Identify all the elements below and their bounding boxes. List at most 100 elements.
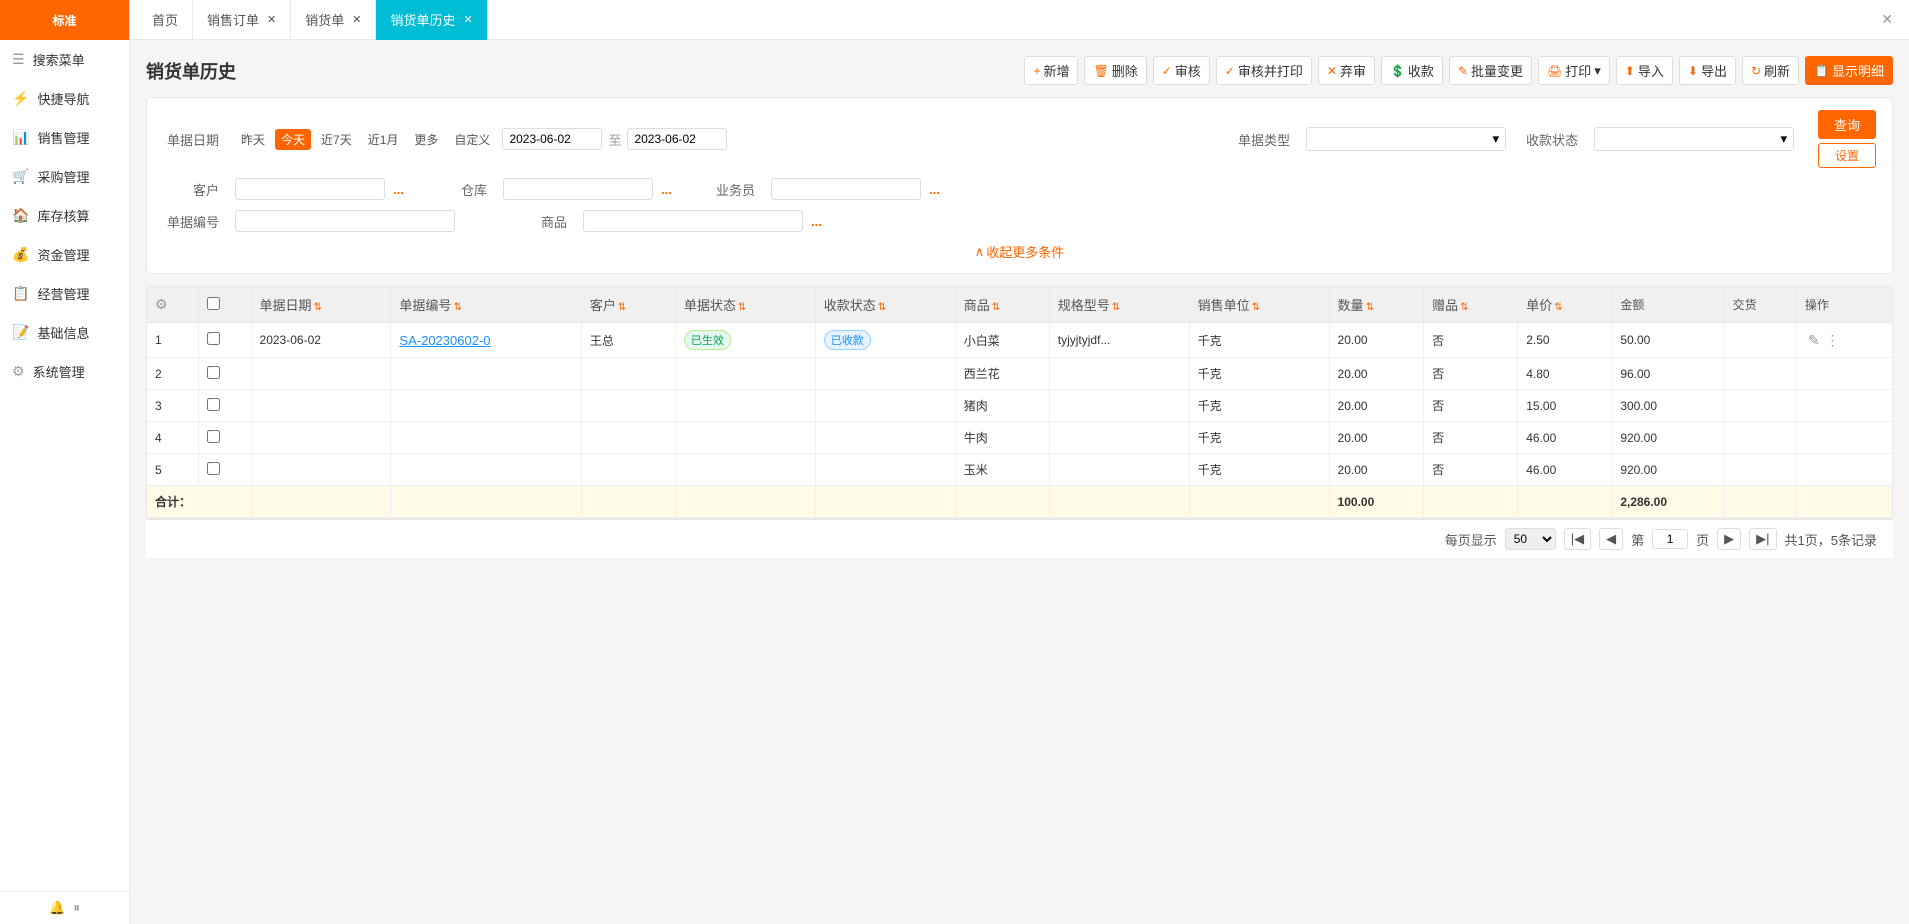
tab-sales-goods[interactable]: 销货单 ✕ [291,0,376,40]
tab-close-sales-goods[interactable]: ✕ [352,13,361,26]
row-checkbox[interactable] [198,390,251,422]
col-price[interactable]: 单价⇅ [1518,287,1612,323]
row-select-checkbox[interactable] [207,462,220,475]
query-button[interactable]: 查询 [1818,110,1876,139]
row-doc-no[interactable] [391,358,581,390]
col-spec[interactable]: 规格型号⇅ [1049,287,1189,323]
col-goods[interactable]: 商品⇅ [955,287,1049,323]
shortcut-yesterday[interactable]: 昨天 [235,129,271,150]
import-button[interactable]: ⬆ 导入 [1616,56,1673,85]
col-customer[interactable]: 客户⇅ [581,287,675,323]
sidebar-item-quick-nav[interactable]: ⚡ 快捷导航 [0,79,129,118]
sidebar-item-search-menu[interactable]: ☰ 搜索菜单 [0,40,129,79]
tab-close-sales-history[interactable]: ✕ [464,13,473,26]
shortcut-1month[interactable]: 近1月 [362,129,405,150]
col-gift[interactable]: 赠品⇅ [1424,287,1518,323]
export-button[interactable]: ⬇ 导出 [1679,56,1736,85]
staff-input[interactable] [771,178,921,200]
row-goods: 玉米 [955,454,1049,486]
warehouse-ellipsis[interactable]: ... [657,182,676,197]
col-qty[interactable]: 数量⇅ [1329,287,1424,323]
tab-sales-history[interactable]: 销货单历史 ✕ [376,0,487,40]
sidebar-item-finance[interactable]: 💰 资金管理 [0,235,129,274]
prev-page-button[interactable]: ◀ [1599,528,1623,550]
shortcut-7days[interactable]: 近7天 [315,129,358,150]
col-checkbox[interactable] [198,287,251,323]
col-doc-date[interactable]: 单据日期⇅ [251,287,391,323]
select-all-checkbox[interactable] [207,297,220,310]
edit-action-icon[interactable]: ✎ [1805,332,1823,348]
tab-close-sales-order[interactable]: ✕ [267,13,276,26]
row-doc-no[interactable] [391,454,581,486]
row-action[interactable] [1796,358,1892,390]
row-action[interactable] [1796,390,1892,422]
goods-ellipsis[interactable]: ... [807,214,826,229]
col-gear[interactable]: ⚙ [147,287,198,323]
row-doc-no[interactable] [391,390,581,422]
doc-no-input[interactable] [235,210,455,232]
new-button[interactable]: + 新增 [1024,56,1078,85]
collect-button[interactable]: 💲 收款 [1381,56,1443,85]
row-checkbox[interactable] [198,358,251,390]
row-checkbox[interactable] [198,454,251,486]
row-doc-no[interactable]: SA-20230602-0 [391,323,581,358]
audit-print-button[interactable]: ✓ 审核并打印 [1216,56,1312,85]
row-select-checkbox[interactable] [207,430,220,443]
first-page-button[interactable]: |◀ [1564,528,1591,550]
col-pay-status[interactable]: 收款状态⇅ [815,287,955,323]
sidebar-item-inventory[interactable]: 🏠 库存核算 [0,196,129,235]
delete-button[interactable]: 🗑 删除 [1084,56,1146,85]
shortcut-more[interactable]: 更多 [408,129,444,150]
sidebar-item-purchase-mgmt[interactable]: 🛒 采购管理 [0,157,129,196]
collapse-button[interactable]: ∧ 收起更多条件 [975,242,1065,261]
next-page-button[interactable]: ▶ [1717,528,1741,550]
col-doc-status[interactable]: 单据状态⇅ [675,287,815,323]
row-select-checkbox[interactable] [207,332,220,345]
tab-sales-order[interactable]: 销售订单 ✕ [193,0,291,40]
row-checkbox[interactable] [198,422,251,454]
refresh-button[interactable]: ↻ 刷新 [1742,56,1799,85]
goods-input[interactable] [583,210,803,232]
current-page-input[interactable] [1652,529,1688,549]
row-action[interactable] [1796,454,1892,486]
pause-icon[interactable]: ⏸ [73,900,80,916]
sidebar-item-ops-mgmt[interactable]: 📋 经营管理 [0,274,129,313]
sidebar-item-basic-info[interactable]: 📝 基础信息 [0,313,129,352]
shortcut-custom[interactable]: 自定义 [448,129,496,150]
sidebar-item-sys-mgmt[interactable]: ⚙ 系统管理 [0,352,129,391]
doc-no-link[interactable]: SA-20230602-0 [399,333,490,348]
filter-row-3: 单据编号 商品 ... [163,210,1876,232]
close-all-tabs-button[interactable]: ✕ [1873,11,1901,28]
row-action[interactable] [1796,422,1892,454]
batch-change-button[interactable]: ✎ 批量变更 [1449,56,1532,85]
set-button[interactable]: 设置 [1818,143,1876,168]
row-select-checkbox[interactable] [207,366,220,379]
customer-input[interactable] [235,178,385,200]
col-unit[interactable]: 销售单位⇅ [1189,287,1329,323]
gear-settings-icon[interactable]: ⚙ [155,296,168,312]
notification-icon[interactable]: 🔔 [49,900,65,916]
date-to-input[interactable] [627,128,727,150]
col-doc-no[interactable]: 单据编号⇅ [391,287,581,323]
staff-ellipsis[interactable]: ... [925,182,944,197]
date-from-input[interactable] [502,128,602,150]
sidebar-item-sales-mgmt[interactable]: 📊 销售管理 [0,118,129,157]
print-button[interactable]: 🖨 打印 ▾ [1538,56,1610,85]
pay-status-select[interactable]: ▾ [1594,127,1794,151]
more-action-icon[interactable]: ⋮ [1823,332,1843,348]
audit-button[interactable]: ✓ 审核 [1153,56,1210,85]
warehouse-input[interactable] [503,178,653,200]
page-label-post: 页 [1696,530,1709,549]
abandon-button[interactable]: ✕ 弃审 [1318,56,1375,85]
shortcut-today[interactable]: 今天 [275,129,311,150]
row-action[interactable]: ✎⋮ [1796,323,1892,358]
customer-ellipsis[interactable]: ... [389,182,408,197]
last-page-button[interactable]: ▶| [1749,528,1776,550]
doc-type-select[interactable]: ▾ [1306,127,1506,151]
per-page-select[interactable]: 50 100 200 [1505,528,1556,550]
row-checkbox[interactable] [198,323,251,358]
row-doc-no[interactable] [391,422,581,454]
row-select-checkbox[interactable] [207,398,220,411]
tab-home[interactable]: 首页 [138,0,193,40]
show-detail-button[interactable]: 📋 显示明细 [1805,56,1893,85]
